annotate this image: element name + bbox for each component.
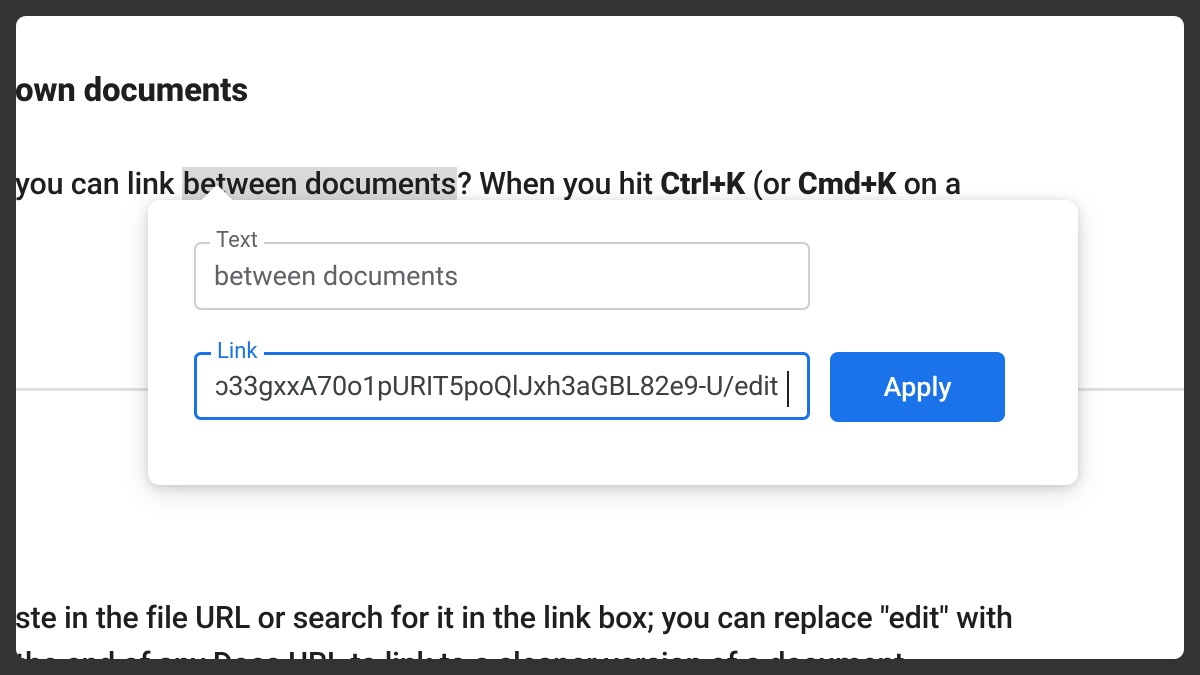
screenshot-frame: own documents you can link between docum… — [16, 16, 1184, 659]
link-editor-popover: Text Link Apply — [148, 200, 1078, 485]
link-field-wrapper: Link — [194, 352, 810, 420]
kbd-cmd-k: Cmd+K — [798, 167, 896, 202]
text-field-wrapper: Text — [194, 242, 810, 310]
para2-line2: the end of any Docs URL to link to a cle… — [16, 642, 1184, 659]
para1-text-post1: ? When you hit — [457, 167, 660, 202]
link-text-input[interactable] — [196, 244, 808, 308]
para1-text-post2: on a — [896, 167, 961, 202]
link-url-input[interactable] — [197, 355, 807, 417]
paragraph-2: ste in the file URL or search for it in … — [16, 596, 1184, 659]
para1-text-pre: you can link — [16, 167, 182, 202]
para2-line1: ste in the file URL or search for it in … — [16, 596, 1184, 642]
text-caret — [787, 371, 789, 407]
document-body: own documents you can link between docum… — [16, 16, 1184, 207]
popover-pointer-mask — [188, 200, 248, 220]
section-heading: own documents — [16, 66, 1184, 116]
apply-button[interactable]: Apply — [830, 352, 1005, 422]
para1-text-mid: (or — [745, 167, 798, 202]
kbd-ctrl-k: Ctrl+K — [660, 167, 745, 202]
